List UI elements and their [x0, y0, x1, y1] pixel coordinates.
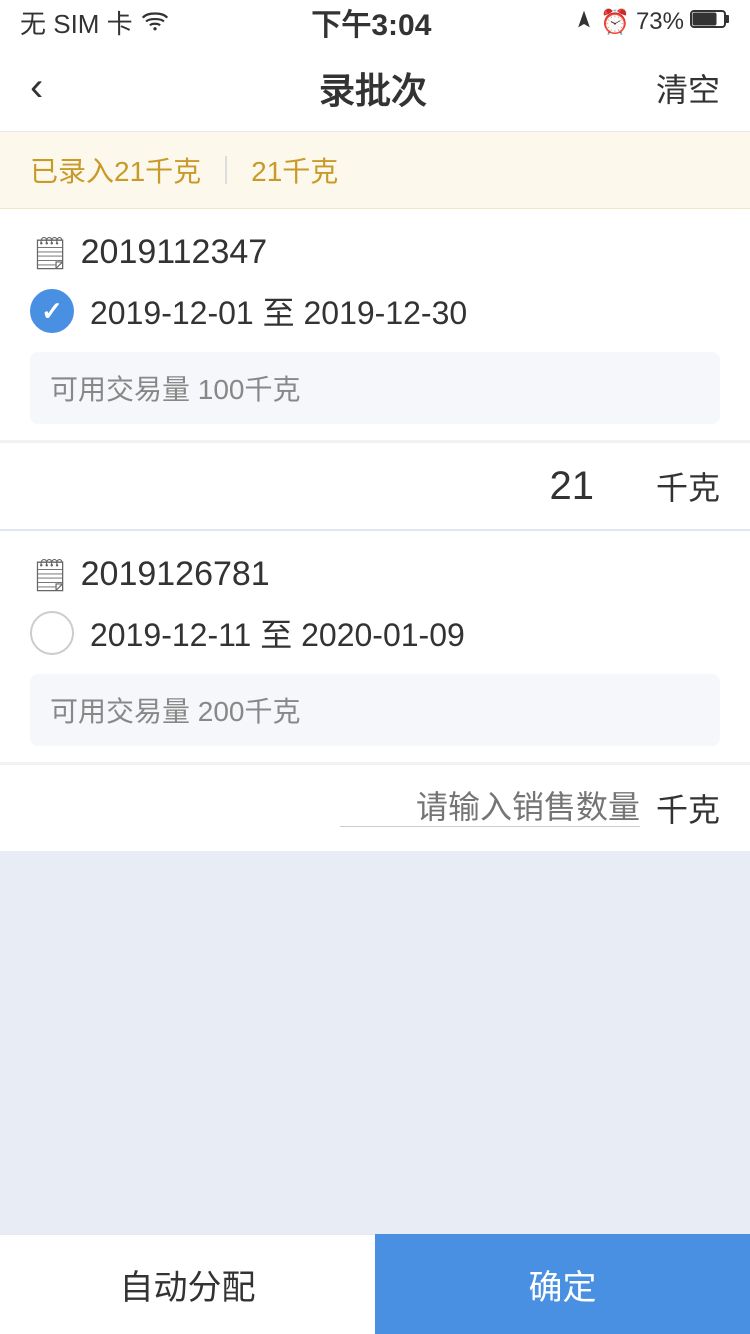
bottom-bar: 自动分配 确定 [0, 1234, 750, 1334]
radio-unchecked-2[interactable] [30, 611, 74, 655]
batch-avail-row-2: 可用交易量 200千克 [30, 674, 720, 746]
info-recorded-label: 已录入21千克 [30, 150, 201, 190]
batch-doc-icon-1: 🗒 [30, 234, 71, 272]
nav-bar: ‹ 录批次 清空 [0, 44, 750, 132]
status-bar: 无 SIM 卡 下午3:04 ⏰ 73% [0, 0, 750, 44]
quantity-row-1: 21 千克 [0, 442, 750, 529]
status-left: 无 SIM 卡 [20, 4, 169, 41]
batch-header-1: 🗒 2019112347 [0, 209, 750, 280]
batch-date-2: 2019-12-11 至 2020-01-09 [90, 610, 465, 656]
batch-id-1: 2019112347 [81, 233, 268, 272]
confirm-button[interactable]: 确定 [375, 1234, 750, 1334]
wifi-icon [141, 7, 169, 38]
batch-card-2: 🗒 2019126781 2019-12-11 至 2020-01-09 可用交… [0, 531, 750, 762]
battery-icon [690, 8, 730, 36]
back-button[interactable]: ‹ [30, 65, 90, 110]
alarm-icon: ⏰ [600, 8, 630, 37]
info-banner: 已录入21千克 21千克 [0, 132, 750, 209]
page-title: 录批次 [319, 62, 427, 114]
quantity-input-row-2: 千克 [0, 764, 750, 851]
battery-percent: 73% [636, 8, 684, 36]
batch-date-1: 2019-12-01 至 2019-12-30 [90, 288, 467, 334]
quantity-input-2[interactable] [340, 789, 640, 827]
location-icon [574, 8, 594, 36]
auto-distribute-button[interactable]: 自动分配 [0, 1234, 375, 1334]
quantity-value-1: 21 [549, 464, 594, 509]
batch-avail-text-2: 可用交易量 200千克 [50, 696, 301, 727]
radio-checked-1[interactable] [30, 289, 74, 333]
info-divider [225, 156, 227, 184]
quantity-unit-2: 千克 [656, 785, 720, 831]
batch-header-2: 🗒 2019126781 [0, 531, 750, 602]
batch-avail-row-1: 可用交易量 100千克 [30, 352, 720, 424]
batch-id-2: 2019126781 [81, 555, 270, 594]
info-value: 21千克 [251, 150, 338, 190]
batch-card-1: 🗒 2019112347 2019-12-01 至 2019-12-30 可用交… [0, 209, 750, 440]
batch-date-row-2[interactable]: 2019-12-11 至 2020-01-09 [0, 602, 750, 664]
batch-date-row-1[interactable]: 2019-12-01 至 2019-12-30 [0, 280, 750, 342]
content-area: 已录入21千克 21千克 🗒 2019112347 2019-12-01 至 2… [0, 132, 750, 1334]
batch-avail-text-1: 可用交易量 100千克 [50, 374, 301, 405]
status-right: ⏰ 73% [574, 8, 730, 37]
no-sim-text: 无 SIM 卡 [20, 4, 133, 41]
quantity-unit-1: 千克 [656, 463, 720, 509]
clear-button[interactable]: 清空 [656, 65, 720, 111]
status-time: 下午3:04 [311, 0, 431, 44]
batch-doc-icon-2: 🗒 [30, 556, 71, 594]
